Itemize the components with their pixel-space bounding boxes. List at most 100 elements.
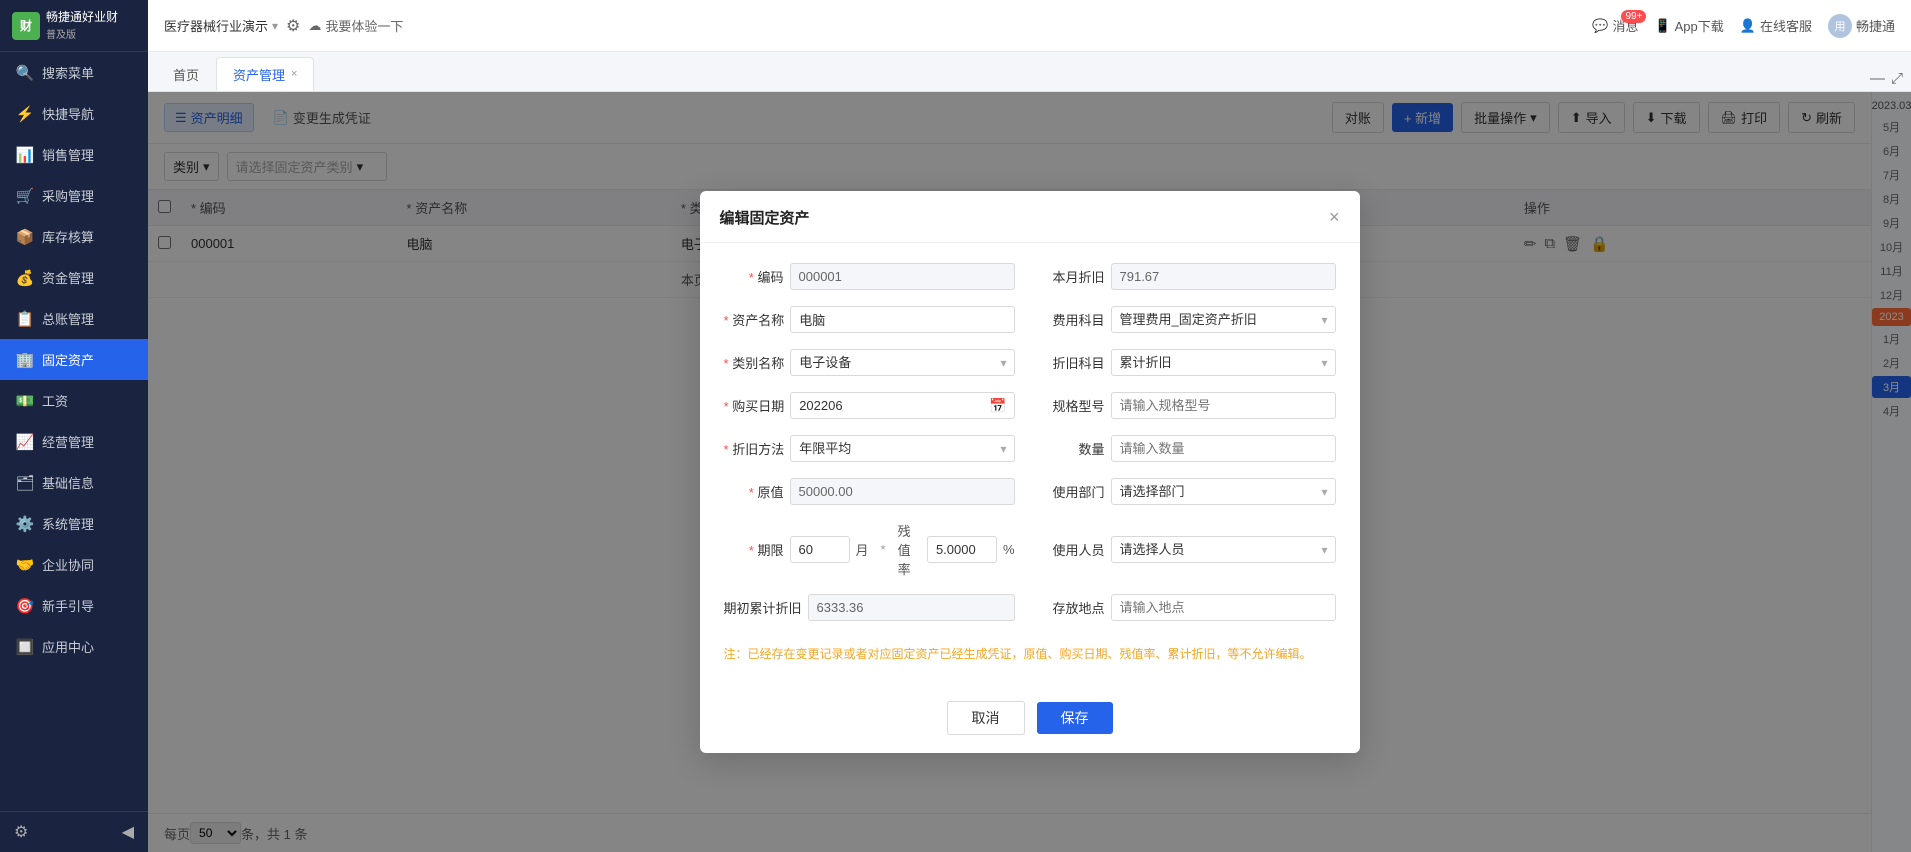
modal-overlay: 编辑固定资产 × * 编码 <box>148 92 1911 852</box>
form-group-use-person: 使用人员 请选择人员 <box>1045 521 1336 578</box>
form-group-use-dept: 使用部门 请选择部门 <box>1045 478 1336 505</box>
experience-btn[interactable]: ☁ 我要体验一下 <box>308 16 403 35</box>
spec-model-input[interactable] <box>1111 392 1336 419</box>
page-content: ☰ 资产明细 📄 变更生成凭证 对账 + 新增 批量操作 ▾ ⬆ <box>148 92 1911 852</box>
form-row-5: * 折旧方法 年限平均 数量 <box>724 435 1336 462</box>
quantity-label: 数量 <box>1045 439 1105 458</box>
form-row-2: * 资产名称 费用科目 管理费用_固定资产折旧 <box>724 306 1336 333</box>
cloud-icon: ☁ <box>308 18 321 34</box>
sidebar-item-management[interactable]: 📈 经营管理 <box>0 421 148 462</box>
purchase-icon: 🛒 <box>16 187 34 205</box>
search-icon: 🔍 <box>16 64 34 82</box>
sidebar-item-payroll[interactable]: 💵 工资 <box>0 380 148 421</box>
quantity-input[interactable] <box>1111 435 1336 462</box>
form-group-quantity: 数量 <box>1045 435 1336 462</box>
current-depr-input[interactable] <box>1111 263 1336 290</box>
modal-close-btn[interactable]: × <box>1329 207 1340 228</box>
collab-icon: 🤝 <box>16 556 34 574</box>
sidebar-item-collab[interactable]: 🤝 企业协同 <box>0 544 148 585</box>
depr-method-label: * 折旧方法 <box>724 439 785 458</box>
residual-rate-input[interactable] <box>927 536 997 563</box>
category-label: * 类别名称 <box>724 353 785 372</box>
logo-icon: 财 <box>12 12 40 40</box>
messages-btn[interactable]: 💬 消息 99+ <box>1592 16 1638 35</box>
initial-depr-input[interactable] <box>808 594 1015 621</box>
tab-asset-label: 资产管理 <box>233 65 285 84</box>
logo-text: 畅捷通好业财 <box>46 10 118 26</box>
purchase-date-label: * 购买日期 <box>724 396 785 415</box>
original-value-input[interactable] <box>790 478 1015 505</box>
sidebar-item-system[interactable]: ⚙️ 系统管理 <box>0 503 148 544</box>
avatar-icon: 用 <box>1828 14 1852 38</box>
sidebar-nav: 🔍 搜索菜单 ⚡ 快捷导航 📊 销售管理 🛒 采购管理 📦 库存核算 💰 资金管… <box>0 52 148 811</box>
use-dept-select-wrapper: 请选择部门 <box>1111 478 1336 505</box>
save-button[interactable]: 保存 <box>1037 702 1113 734</box>
guide-icon: 🎯 <box>16 597 34 615</box>
topbar-right: 💬 消息 99+ 📱 App下载 👤 在线客服 用 畅捷通 <box>1592 14 1895 38</box>
tab-expand-icon[interactable]: ⤢ <box>1891 70 1903 87</box>
online-service-btn[interactable]: 👤 在线客服 <box>1740 16 1812 35</box>
storage-location-input[interactable] <box>1111 594 1336 621</box>
category-select[interactable]: 电子设备 <box>790 349 1014 376</box>
use-person-select[interactable]: 请选择人员 <box>1111 536 1336 563</box>
use-person-select-wrapper: 请选择人员 <box>1111 536 1336 563</box>
tab-close-icon[interactable]: × <box>291 68 297 80</box>
form-group-depr-method: * 折旧方法 年限平均 <box>724 435 1015 462</box>
sidebar-item-inventory[interactable]: 📦 库存核算 <box>0 216 148 257</box>
sidebar-item-search[interactable]: 🔍 搜索菜单 <box>0 52 148 93</box>
sidebar-item-purchase[interactable]: 🛒 采购管理 <box>0 175 148 216</box>
company-selector[interactable]: 医疗器械行业演示 ▾ <box>164 16 278 35</box>
payroll-icon: 💵 <box>16 392 34 410</box>
management-icon: 📈 <box>16 433 34 451</box>
use-dept-select[interactable]: 请选择部门 <box>1111 478 1336 505</box>
building-icon: 🏢 <box>16 351 34 369</box>
code-input[interactable] <box>790 263 1015 290</box>
sidebar-item-sales[interactable]: 📊 销售管理 <box>0 134 148 175</box>
app-download-btn[interactable]: 📱 App下载 <box>1654 16 1723 35</box>
depr-subject-label: 折旧科目 <box>1045 353 1105 372</box>
edit-asset-modal: 编辑固定资产 × * 编码 <box>700 191 1360 753</box>
collapse-icon[interactable]: ◀ <box>122 822 134 842</box>
purchase-date-input[interactable] <box>790 392 1014 419</box>
tab-home[interactable]: 首页 <box>156 57 216 91</box>
form-group-purchase-date: * 购买日期 📅 <box>724 392 1015 419</box>
calendar-icon[interactable]: 📅 <box>989 397 1006 414</box>
topbar: 医疗器械行业演示 ▾ ⚙ ☁ 我要体验一下 💬 消息 99+ 📱 App下载 👤… <box>148 0 1911 52</box>
form-row-6: * 原值 使用部门 请选择部门 <box>724 478 1336 505</box>
sidebar-item-app-center[interactable]: 🔲 应用中心 <box>0 626 148 667</box>
sidebar-item-ledger[interactable]: 📋 总账管理 <box>0 298 148 339</box>
modal-body: * 编码 本月折旧 <box>700 243 1360 687</box>
form-row-7: * 期限 月 * 残值率 % <box>724 521 1336 578</box>
company-name: 医疗器械行业演示 <box>164 16 268 35</box>
tab-minimize-icon[interactable]: — <box>1870 70 1885 87</box>
tabbar: 首页 资产管理 × — ⤢ <box>148 52 1911 92</box>
tab-asset-management[interactable]: 资产管理 × <box>216 57 314 91</box>
message-icon: 💬 <box>1592 18 1608 34</box>
purchase-date-wrapper: 📅 <box>790 392 1014 419</box>
depr-subject-select[interactable]: 累计折旧 <box>1111 349 1336 376</box>
settings-icon[interactable]: ⚙ <box>14 822 28 842</box>
sidebar-item-quick-nav[interactable]: ⚡ 快捷导航 <box>0 93 148 134</box>
original-value-label: * 原值 <box>724 482 784 501</box>
settings-gear-icon[interactable]: ⚙ <box>286 16 300 36</box>
expense-subject-select[interactable]: 管理费用_固定资产折旧 <box>1111 306 1336 333</box>
asset-name-input[interactable] <box>790 306 1014 333</box>
sidebar-item-finance[interactable]: 💰 资金管理 <box>0 257 148 298</box>
period-input[interactable] <box>790 536 850 563</box>
depr-subject-select-wrapper: 累计折旧 <box>1111 349 1336 376</box>
period-group: 月 * 残值率 % <box>790 521 1015 578</box>
depr-method-select[interactable]: 年限平均 <box>790 435 1014 462</box>
sidebar-item-guide[interactable]: 🎯 新手引导 <box>0 585 148 626</box>
form-group-code: * 编码 <box>724 263 1015 290</box>
initial-depr-label: 期初累计折旧 <box>724 598 802 617</box>
sidebar-item-fixed-assets[interactable]: 🏢 固定资产 <box>0 339 148 380</box>
expense-subject-label: 费用科目 <box>1045 310 1105 329</box>
user-avatar[interactable]: 用 畅捷通 <box>1828 14 1895 38</box>
sidebar-item-basic-info[interactable]: 🗂 基础信息 <box>0 462 148 503</box>
form-group-storage-location: 存放地点 <box>1045 594 1336 621</box>
finance-icon: 💰 <box>16 269 34 287</box>
sidebar: 财 畅捷通好业财 普及版 🔍 搜索菜单 ⚡ 快捷导航 📊 销售管理 🛒 采购管理… <box>0 0 148 852</box>
cancel-button[interactable]: 取消 <box>947 701 1025 735</box>
tabbar-right: — ⤢ <box>1870 70 1903 91</box>
current-depr-label: 本月折旧 <box>1045 267 1105 286</box>
